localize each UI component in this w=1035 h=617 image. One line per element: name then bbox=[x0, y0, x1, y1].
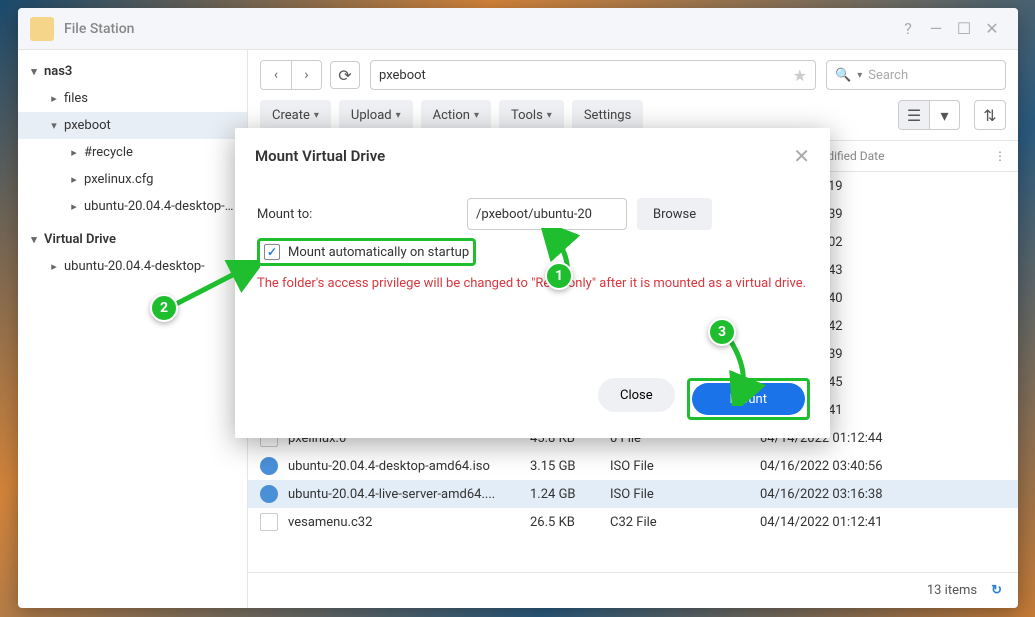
iso-icon bbox=[260, 457, 278, 475]
caret-down-icon: ▾ bbox=[28, 233, 40, 246]
list-view-button[interactable]: ☰ bbox=[899, 101, 929, 129]
iso-icon bbox=[260, 485, 278, 503]
caret-down-icon: ▾ bbox=[857, 70, 862, 81]
caret-right-icon: ▸ bbox=[68, 173, 80, 186]
close-window-button[interactable]: ✕ bbox=[978, 15, 1006, 43]
tree-item-recycle[interactable]: ▸#recycle bbox=[18, 139, 247, 166]
statusbar: 13 items ↻ bbox=[248, 572, 1018, 608]
help-button[interactable]: ? bbox=[894, 15, 922, 43]
reload-icon[interactable]: ↻ bbox=[991, 583, 1002, 598]
table-row[interactable]: ubuntu-20.04.4-desktop-amd64.iso3.15 GBI… bbox=[248, 452, 1018, 480]
app-icon bbox=[30, 17, 54, 41]
col-menu-icon[interactable]: ⋮ bbox=[986, 149, 1006, 163]
annotation-3: 3 bbox=[708, 318, 736, 346]
caret-down-icon: ▾ bbox=[28, 65, 40, 78]
caret-down-icon: ▾ bbox=[396, 110, 401, 121]
table-row[interactable]: vesamenu.c3226.5 KBC32 File04/14/2022 01… bbox=[248, 508, 1018, 536]
annotation-2: 2 bbox=[150, 294, 178, 322]
tree-item-pxeboot[interactable]: ▾pxeboot bbox=[18, 112, 247, 139]
table-row[interactable]: ubuntu-20.04.4-live-server-amd64....1.24… bbox=[248, 480, 1018, 508]
annotation-arrow-2 bbox=[170, 260, 260, 310]
back-button[interactable]: ‹ bbox=[261, 61, 291, 89]
nav-group: ‹ › bbox=[260, 60, 322, 90]
warning-text: The folder's access privilege will be ch… bbox=[257, 274, 808, 294]
window-title: File Station bbox=[64, 21, 894, 37]
caret-right-icon: ▸ bbox=[68, 200, 80, 213]
star-icon[interactable]: ★ bbox=[793, 66, 807, 85]
dialog-header: Mount Virtual Drive ✕ bbox=[235, 128, 830, 182]
caret-down-icon: ▾ bbox=[547, 110, 552, 121]
tree-root-virtual[interactable]: ▾Virtual Drive bbox=[18, 226, 247, 253]
item-count: 13 items bbox=[927, 583, 977, 598]
annotation-1: 1 bbox=[545, 262, 573, 290]
tree-root-nas[interactable]: ▾nas3 bbox=[18, 58, 247, 85]
file-icon bbox=[260, 513, 278, 531]
search-icon: 🔍 bbox=[835, 68, 851, 83]
auto-mount-row[interactable]: ✓ Mount automatically on startup bbox=[257, 238, 476, 266]
minimize-button[interactable]: — bbox=[922, 15, 950, 43]
nav-toolbar: ‹ › ⟳ pxeboot★ 🔍▾Search bbox=[248, 50, 1018, 96]
search-input[interactable]: 🔍▾Search bbox=[826, 60, 1006, 90]
mount-to-input[interactable]: /pxeboot/ubuntu-20 bbox=[467, 198, 627, 230]
caret-down-icon: ▾ bbox=[474, 110, 479, 121]
auto-mount-label: Mount automatically on startup bbox=[288, 245, 469, 260]
action-button[interactable]: Action▾ bbox=[421, 100, 491, 130]
sidebar: ▾nas3 ▸files ▾pxeboot ▸#recycle ▸pxelinu… bbox=[18, 50, 248, 608]
auto-mount-checkbox[interactable]: ✓ bbox=[264, 244, 280, 260]
upload-button[interactable]: Upload▾ bbox=[339, 100, 413, 130]
close-icon[interactable]: ✕ bbox=[793, 144, 810, 168]
view-switch: ☰ ▾ bbox=[898, 100, 960, 130]
caret-down-icon: ▾ bbox=[48, 119, 60, 132]
browse-button[interactable]: Browse bbox=[637, 198, 712, 230]
sort-button[interactable]: ⇅ bbox=[974, 100, 1006, 130]
annotation-arrow-3 bbox=[706, 336, 766, 406]
caret-right-icon: ▸ bbox=[48, 260, 60, 273]
tree-item-ubuntu[interactable]: ▸ubuntu-20.04.4-desktop-amd64 bbox=[18, 193, 247, 220]
caret-right-icon: ▸ bbox=[48, 92, 60, 105]
titlebar: File Station ? — ☐ ✕ bbox=[18, 8, 1018, 50]
maximize-button[interactable]: ☐ bbox=[950, 15, 978, 43]
grid-view-button[interactable]: ▾ bbox=[929, 101, 959, 129]
caret-down-icon: ▾ bbox=[314, 110, 319, 121]
forward-button[interactable]: › bbox=[291, 61, 321, 89]
path-input[interactable]: pxeboot★ bbox=[370, 60, 816, 90]
dialog-close-button[interactable]: Close bbox=[598, 378, 675, 412]
mount-to-label: Mount to: bbox=[257, 207, 457, 222]
settings-button[interactable]: Settings bbox=[572, 100, 643, 130]
reload-button[interactable]: ⟳ bbox=[330, 61, 360, 89]
mount-to-row: Mount to: /pxeboot/ubuntu-20 Browse bbox=[257, 198, 808, 230]
tree-item-files[interactable]: ▸files bbox=[18, 85, 247, 112]
tree-item-pxelinuxcfg[interactable]: ▸pxelinux.cfg bbox=[18, 166, 247, 193]
tools-button[interactable]: Tools▾ bbox=[499, 100, 564, 130]
create-button[interactable]: Create▾ bbox=[260, 100, 331, 130]
dialog-title: Mount Virtual Drive bbox=[255, 147, 793, 165]
caret-right-icon: ▸ bbox=[68, 146, 80, 159]
